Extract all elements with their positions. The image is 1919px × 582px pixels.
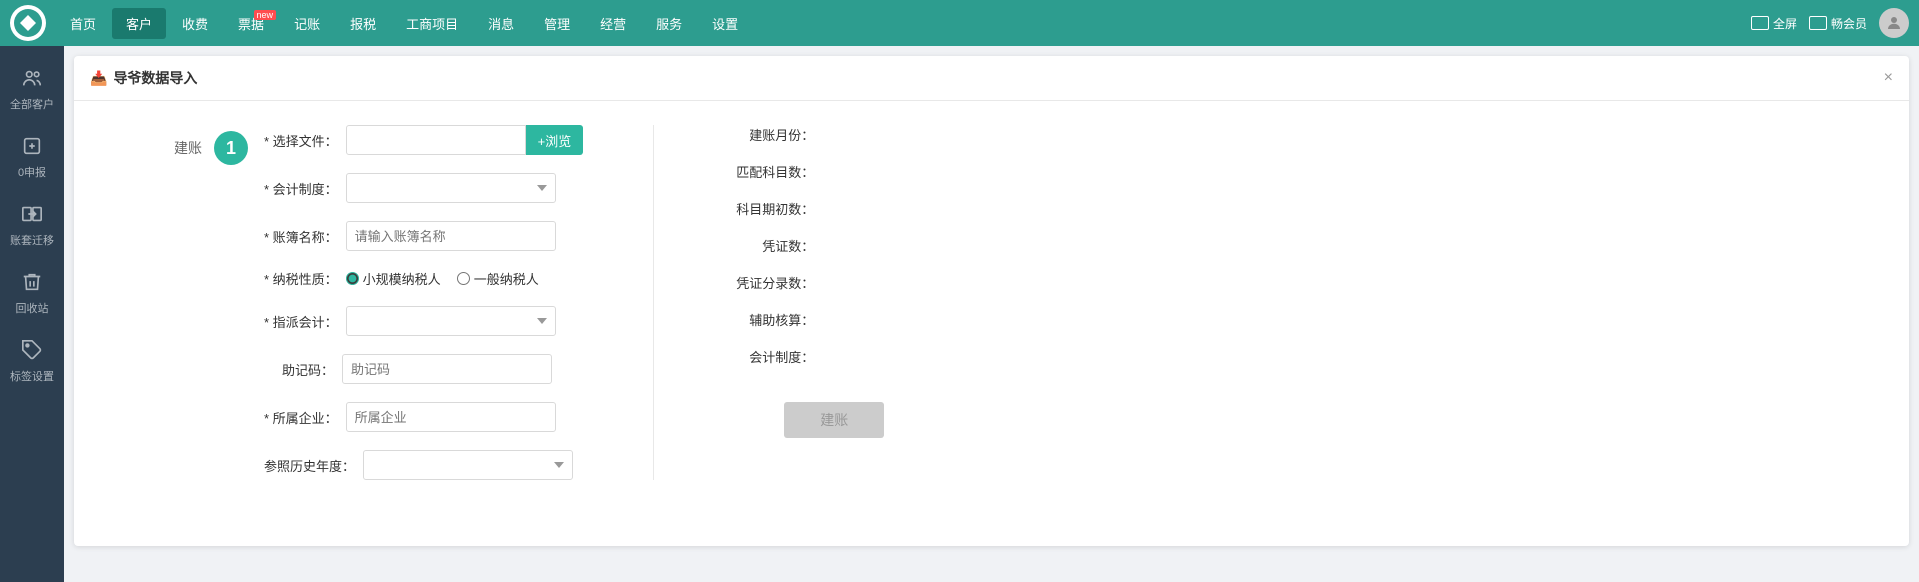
zero-declaration-icon (18, 132, 46, 160)
nav-item-fees[interactable]: 收费 (168, 8, 222, 39)
month-label: 建账月份： (724, 125, 814, 144)
accounting-system-label: * 会计制度： (264, 179, 338, 198)
step-form-section: 建账 1 * 选择文件： +浏览 (174, 125, 583, 480)
close-button[interactable]: × (1884, 70, 1893, 86)
general-taxpayer-radio[interactable]: 一般纳税人 (457, 269, 539, 288)
accountant-row: * 指派会计： (264, 306, 583, 336)
nav-item-settings[interactable]: 设置 (698, 8, 752, 39)
nav-menu: 首页 客户 收费 票据 new 记账 报税 工商项目 消息 管理 经营 服务 设… (56, 8, 1751, 39)
step-circle: 1 (214, 131, 248, 165)
fullscreen-icon (1751, 16, 1769, 30)
nav-item-messages[interactable]: 消息 (474, 8, 528, 39)
form-section: * 选择文件： +浏览 * 会计制度： (264, 125, 583, 480)
nav-item-operation[interactable]: 经营 (586, 8, 640, 39)
nav-right-area: 全屏 畅会员 (1751, 8, 1909, 38)
main-body: 全部客户 0申报 账套迁移 回收站 标签设置 (0, 46, 1919, 582)
aux-label: 辅助核算： (724, 310, 814, 329)
month-row: 建账月份： (724, 125, 944, 144)
company-row: * 所属企业： (264, 402, 583, 432)
app-logo[interactable] (10, 5, 46, 41)
build-btn-area: 建账 (724, 392, 944, 438)
sidebar-item-recycle[interactable]: 回收站 (0, 260, 64, 324)
sidebar-item-zero-declaration[interactable]: 0申报 (0, 124, 64, 188)
nav-item-manage[interactable]: 管理 (530, 8, 584, 39)
tax-type-label: * 纳税性质： (264, 269, 338, 288)
match-label: 匹配科目数： (724, 162, 814, 181)
period-row: 科目期初数： (724, 199, 944, 218)
accounting-system-select[interactable] (346, 173, 556, 203)
tag-settings-icon (18, 336, 46, 364)
file-label: * 选择文件： (264, 131, 338, 150)
fullscreen-button[interactable]: 全屏 (1751, 15, 1797, 32)
file-input-group: +浏览 (346, 125, 584, 155)
vertical-divider (653, 125, 654, 480)
import-icon: 📥 (90, 70, 107, 87)
memo-label: 助记码： (264, 360, 334, 379)
accountant-label: * 指派会计： (264, 312, 338, 331)
new-badge: new (254, 10, 277, 20)
voucher-entries-row: 凭证分录数： (724, 273, 944, 292)
file-input[interactable] (346, 125, 526, 155)
accounting-sys-label: 会计制度： (724, 347, 814, 366)
member-icon (1809, 16, 1827, 30)
ledger-name-row: * 账簿名称： (264, 221, 583, 251)
recycle-icon (18, 268, 46, 296)
accounting-system-row: * 会计制度： (264, 173, 583, 203)
small-taxpayer-radio[interactable]: 小规模纳税人 (346, 269, 441, 288)
user-avatar[interactable] (1879, 8, 1909, 38)
match-row: 匹配科目数： (724, 162, 944, 181)
build-account-button[interactable]: 建账 (784, 402, 884, 438)
browse-button[interactable]: +浏览 (526, 125, 584, 155)
dialog-title: 📥 导爷数据导入 (90, 68, 197, 88)
history-year-row: 参照历史年度： (264, 450, 583, 480)
period-label: 科目期初数： (724, 199, 814, 218)
ledger-name-input[interactable] (346, 221, 556, 251)
history-year-label: 参照历史年度： (264, 456, 355, 475)
memo-input[interactable] (342, 354, 552, 384)
accounting-sys-row: 会计制度： (724, 347, 944, 366)
small-taxpayer-input[interactable] (346, 272, 359, 285)
nav-item-business[interactable]: 工商项目 (392, 8, 472, 39)
file-row: * 选择文件： +浏览 (264, 125, 583, 155)
sidebar: 全部客户 0申报 账套迁移 回收站 标签设置 (0, 46, 64, 582)
recycle-label: 回收站 (16, 300, 49, 316)
voucher-row: 凭证数： (724, 236, 944, 255)
content-area: 📥 导爷数据导入 × 建账 1 (64, 46, 1919, 582)
dialog-header: 📥 导爷数据导入 × (74, 56, 1909, 101)
tag-settings-label: 标签设置 (10, 368, 54, 384)
sidebar-item-all-customers[interactable]: 全部客户 (0, 56, 64, 120)
voucher-label: 凭证数： (724, 236, 814, 255)
sidebar-item-account-migration[interactable]: 账套迁移 (0, 192, 64, 256)
step-indicator: 建账 1 (174, 125, 248, 165)
dialog-card: 📥 导爷数据导入 × 建账 1 (74, 56, 1909, 546)
ledger-name-label: * 账簿名称： (264, 227, 338, 246)
tax-type-row: * 纳税性质： 小规模纳税人 一般纳税人 (264, 269, 583, 288)
nav-item-tax[interactable]: 报税 (336, 8, 390, 39)
memo-row: 助记码： (264, 354, 583, 384)
general-taxpayer-input[interactable] (457, 272, 470, 285)
step-label: 建账 (174, 138, 202, 158)
accountant-select[interactable] (346, 306, 556, 336)
company-input[interactable] (346, 402, 556, 432)
account-migration-icon (18, 200, 46, 228)
dialog-body: 建账 1 * 选择文件： +浏览 (74, 101, 1909, 504)
all-customers-label: 全部客户 (10, 96, 54, 112)
zero-declaration-label: 0申报 (18, 164, 46, 180)
nav-item-service[interactable]: 服务 (642, 8, 696, 39)
nav-item-customers[interactable]: 客户 (112, 8, 166, 39)
nav-item-bills[interactable]: 票据 new (224, 8, 278, 39)
tax-type-radio-group: 小规模纳税人 一般纳税人 (346, 269, 539, 288)
history-year-select[interactable] (363, 450, 573, 480)
right-panel: 建账月份： 匹配科目数： 科目期初数： 凭证数： (724, 125, 944, 480)
nav-item-accounting[interactable]: 记账 (280, 8, 334, 39)
all-customers-icon (18, 64, 46, 92)
aux-row: 辅助核算： (724, 310, 944, 329)
account-migration-label: 账套迁移 (10, 232, 54, 248)
nav-item-home[interactable]: 首页 (56, 8, 110, 39)
sidebar-item-tag-settings[interactable]: 标签设置 (0, 328, 64, 392)
voucher-entries-label: 凭证分录数： (724, 273, 814, 292)
member-button[interactable]: 畅会员 (1809, 15, 1867, 32)
company-label: * 所属企业： (264, 408, 338, 427)
top-navigation: 首页 客户 收费 票据 new 记账 报税 工商项目 消息 管理 经营 服务 设… (0, 0, 1919, 46)
